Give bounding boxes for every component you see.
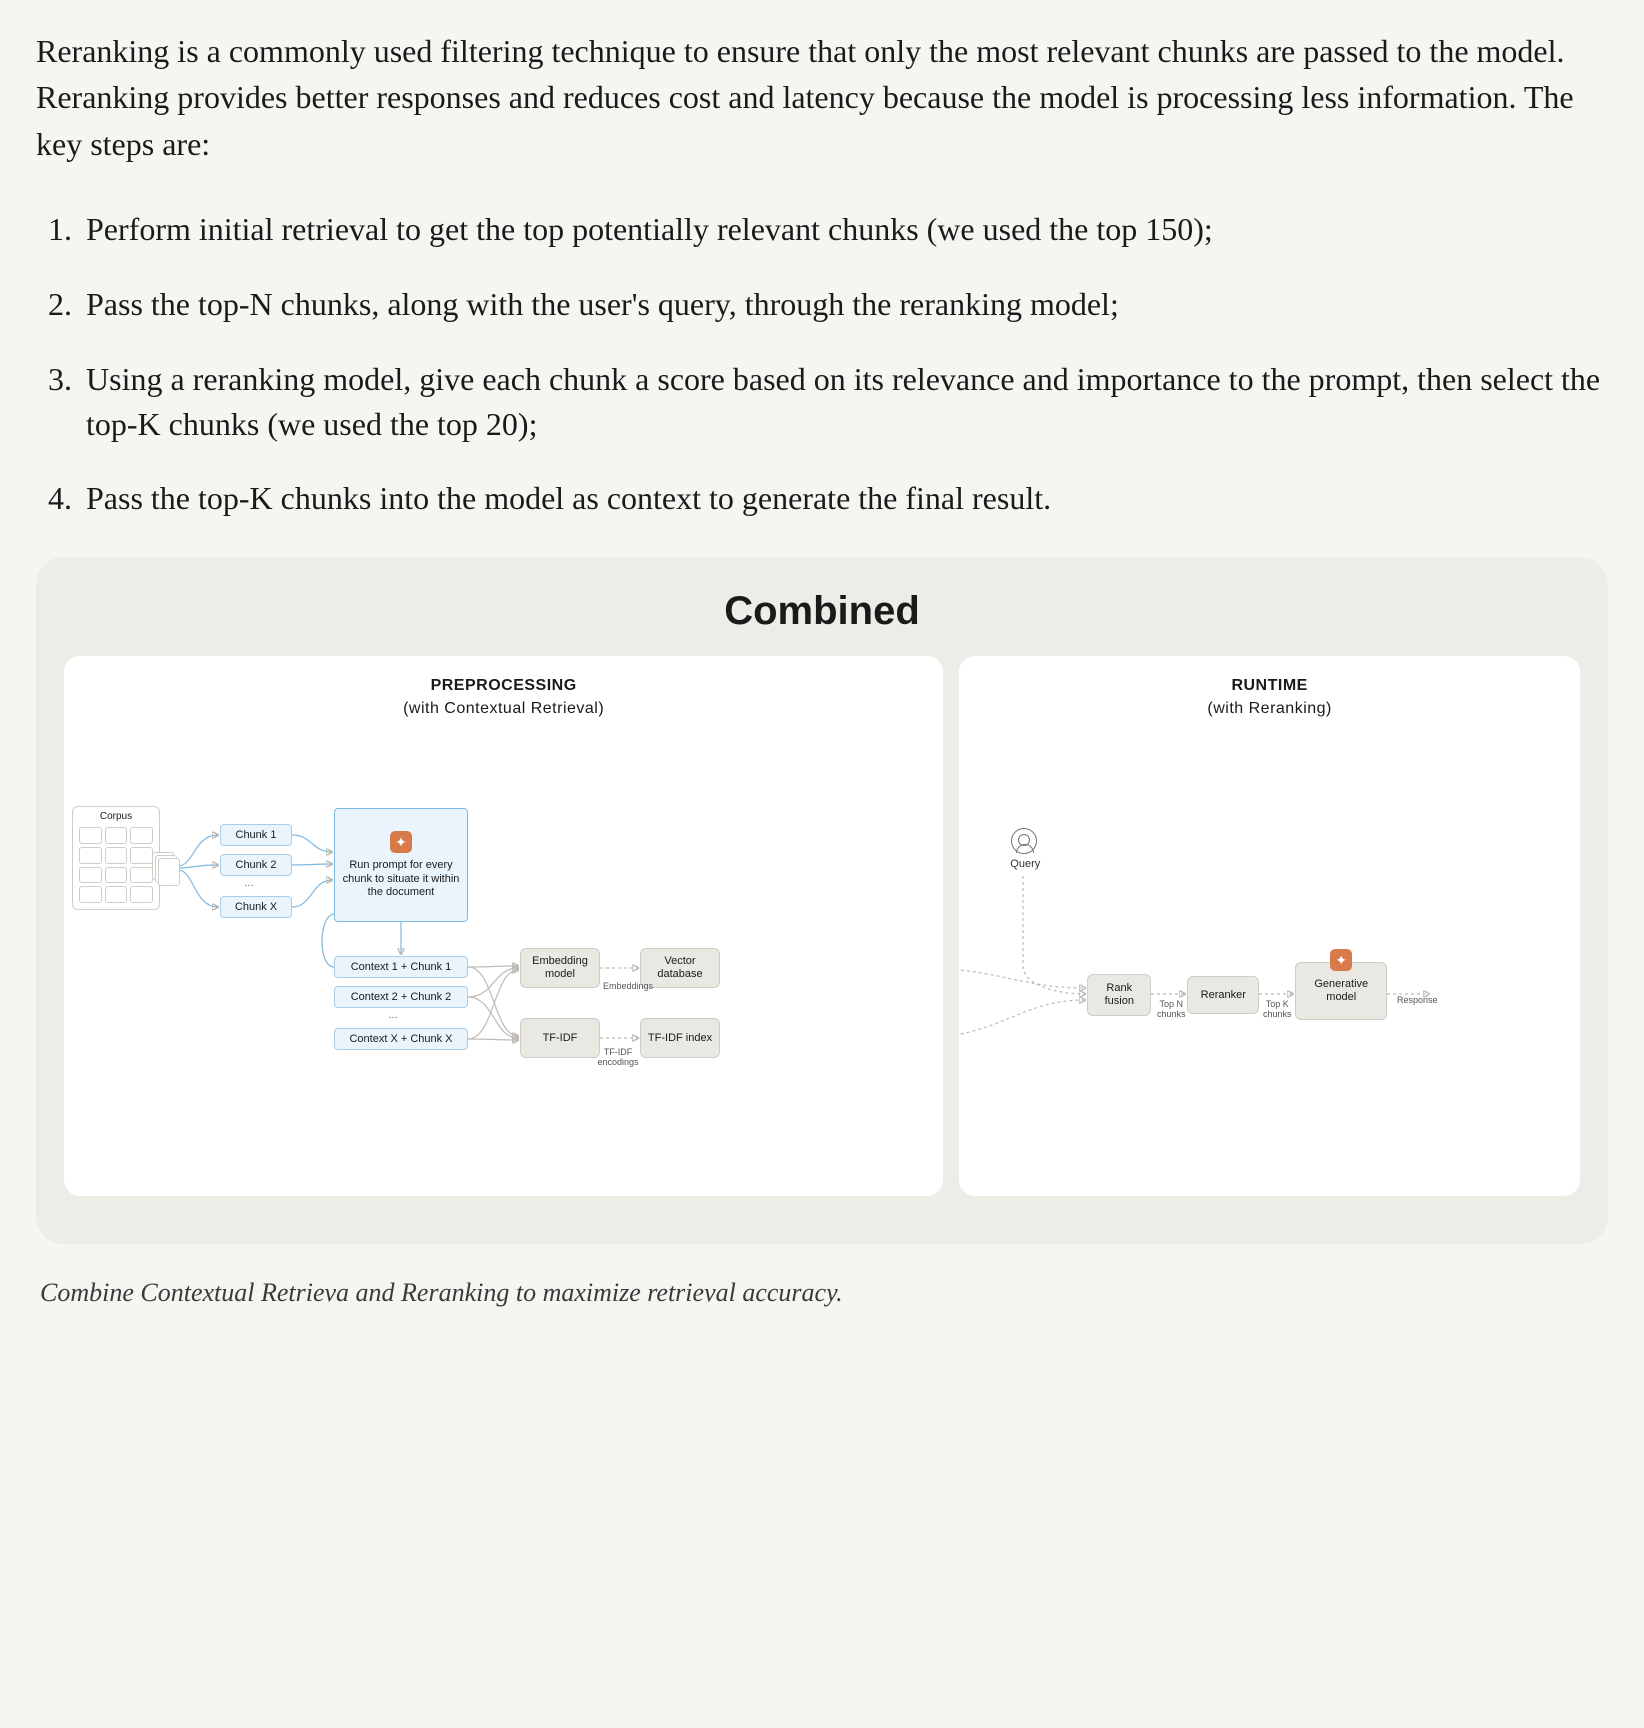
right-heading: RUNTIME <box>959 674 1580 697</box>
diagram-card: Combined PREPROCESSING (with Contextual … <box>36 557 1608 1244</box>
figure-caption: Combine Contextual Retrieva and Rerankin… <box>40 1278 1604 1308</box>
right-wires <box>959 656 1580 1196</box>
corpus-label: Corpus <box>73 811 159 823</box>
left-heading: PREPROCESSING <box>64 674 943 697</box>
rank-fusion-node: Rank fusion <box>1087 974 1151 1016</box>
generative-model-text: Generative model <box>1302 978 1380 1004</box>
context-x: Context X + Chunk X <box>334 1028 468 1050</box>
left-wires <box>64 656 943 1196</box>
right-subheading: (with Reranking) <box>959 697 1580 720</box>
embedding-model-node: Embedding model <box>520 948 600 988</box>
sparkle-icon: ✦ <box>1330 949 1352 971</box>
prompt-box-text: Run prompt for every chunk to situate it… <box>341 859 461 899</box>
chunk-1: Chunk 1 <box>220 824 292 846</box>
intro-paragraph: Reranking is a commonly used filtering t… <box>36 28 1608 167</box>
steps-list: Perform initial retrieval to get the top… <box>36 207 1608 521</box>
corpus-node: Corpus <box>72 806 160 910</box>
tfidf-index-node: TF-IDF index <box>640 1018 720 1058</box>
tfidf-node: TF-IDF <box>520 1018 600 1058</box>
context-ellipsis: … <box>388 1010 398 1021</box>
preprocessing-panel: PREPROCESSING (with Contextual Retrieval… <box>64 656 943 1196</box>
reranker-node: Reranker <box>1187 976 1259 1014</box>
generative-model-node: ✦ Generative model <box>1295 962 1387 1020</box>
step-3: Using a reranking model, give each chunk… <box>80 357 1608 447</box>
card-title: Combined <box>64 589 1580 634</box>
step-2: Pass the top-N chunks, along with the us… <box>80 282 1608 327</box>
top-n-label: Top N chunks <box>1151 1000 1191 1020</box>
context-1: Context 1 + Chunk 1 <box>334 956 468 978</box>
chunk-2: Chunk 2 <box>220 854 292 876</box>
step-4: Pass the top-K chunks into the model as … <box>80 476 1608 521</box>
chunk-ellipsis: … <box>244 878 254 889</box>
corpus-grid-icon <box>79 827 153 903</box>
step-1: Perform initial retrieval to get the top… <box>80 207 1608 252</box>
top-k-label: Top K chunks <box>1257 1000 1297 1020</box>
embeddings-label: Embeddings <box>600 982 656 992</box>
context-2: Context 2 + Chunk 2 <box>334 986 468 1008</box>
prompt-box: ✦ Run prompt for every chunk to situate … <box>334 808 468 922</box>
document-stack-icon <box>152 852 178 886</box>
chunk-x: Chunk X <box>220 896 292 918</box>
response-label: Response <box>1391 996 1443 1006</box>
tfidf-encodings-label: TF-IDF encodings <box>592 1048 644 1068</box>
runtime-panel: RUNTIME (with Reranking) Query Rank fusi… <box>959 656 1580 1196</box>
sparkle-icon: ✦ <box>390 831 412 853</box>
left-subheading: (with Contextual Retrieval) <box>64 697 943 720</box>
query-label: Query <box>1005 858 1045 870</box>
user-icon <box>1011 828 1037 854</box>
